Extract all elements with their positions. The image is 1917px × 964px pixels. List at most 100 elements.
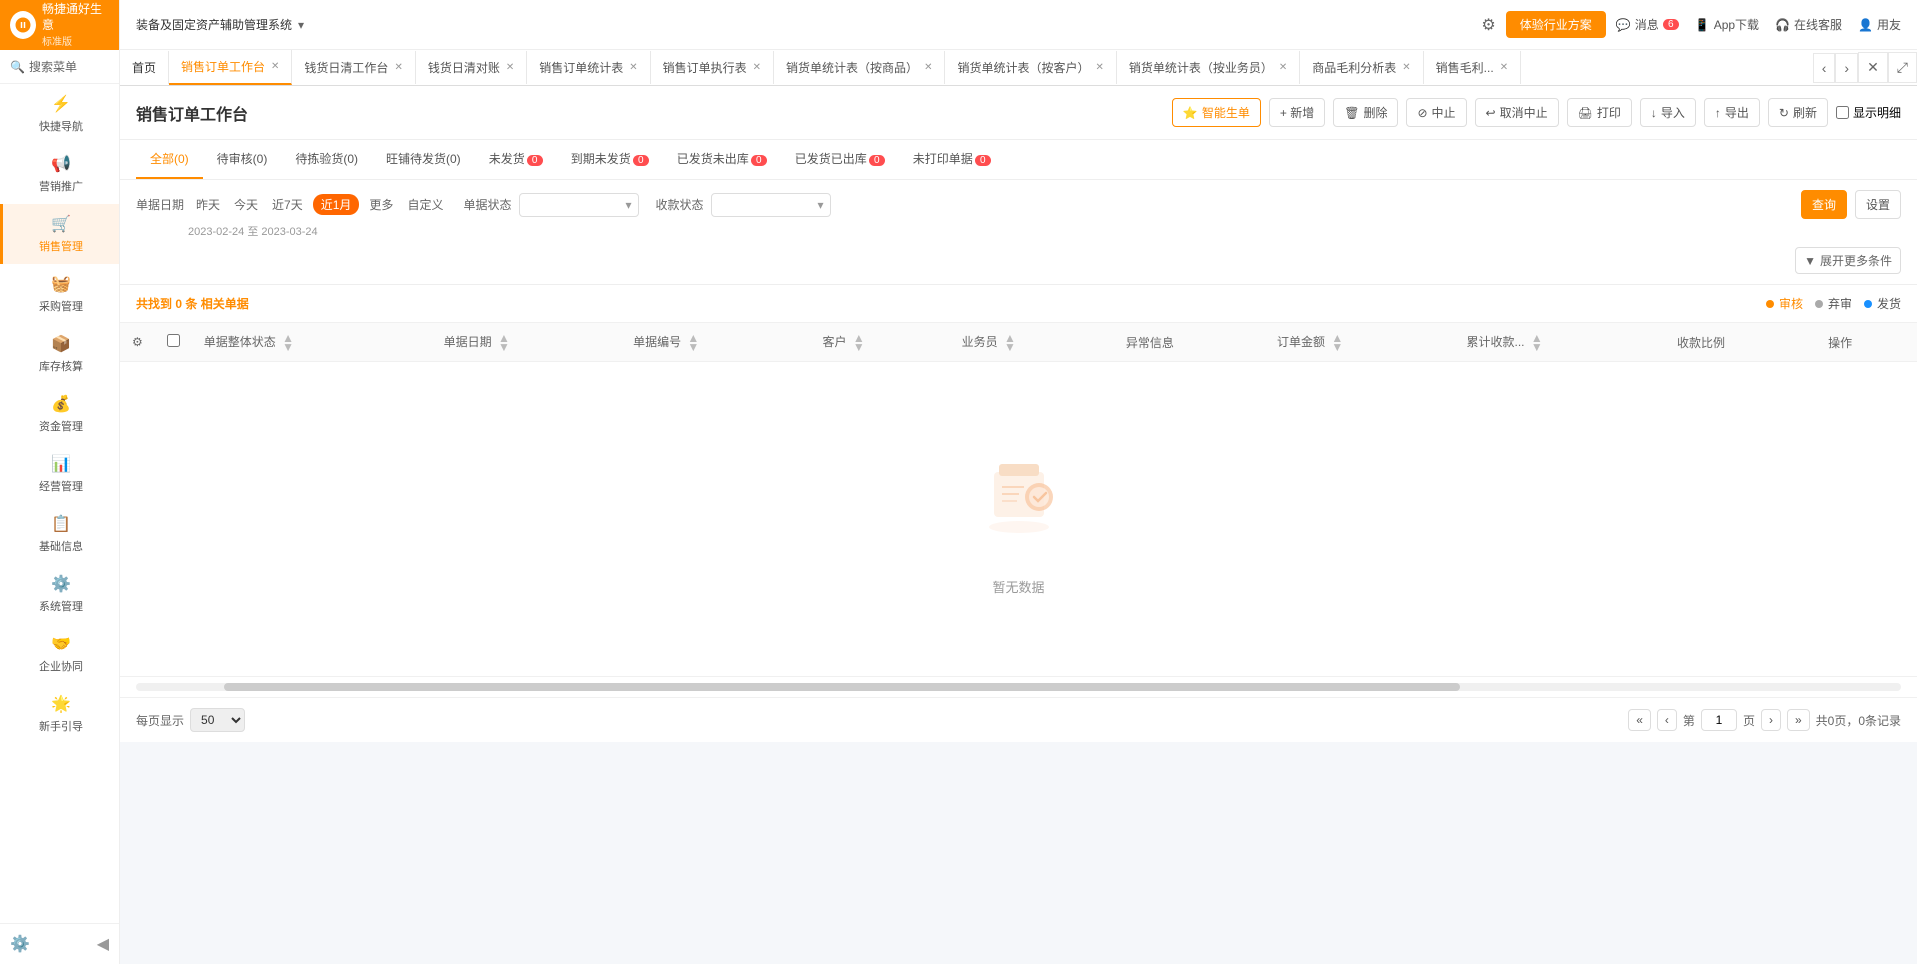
column-settings-icon[interactable]: ⚙ (132, 335, 143, 349)
cancel-stop-icon: ↩ (1486, 106, 1496, 120)
prev-page-btn[interactable]: ‹ (1657, 709, 1677, 731)
sidebar-item-sales[interactable]: 🛒 销售管理 (0, 204, 119, 264)
online-service-action[interactable]: 🎧 在线客服 (1775, 16, 1842, 33)
cancel-stop-btn[interactable]: ↩ 取消中止 (1475, 98, 1559, 127)
print-btn[interactable]: 🖨 打印 (1567, 98, 1632, 127)
tab-order-stats[interactable]: 销售订单统计表 ✕ (527, 51, 650, 84)
date-today[interactable]: 今天 (230, 194, 262, 215)
sidebar-item-purchase[interactable]: 🧺 采购管理 (0, 264, 119, 324)
tab-close-gross-margin[interactable]: ✕ (1402, 62, 1410, 73)
tab-close-sales-person-stats[interactable]: ✕ (1279, 62, 1287, 73)
tab-close-order-stats[interactable]: ✕ (629, 62, 637, 73)
last-page-btn[interactable]: » (1787, 709, 1810, 731)
sub-tab-wangpu-ship[interactable]: 旺铺待发货(0) (372, 140, 475, 179)
settings-bottom-icon[interactable]: ⚙️ (10, 934, 30, 954)
date-7days[interactable]: 近7天 (268, 194, 307, 215)
date-yesterday[interactable]: 昨天 (192, 194, 224, 215)
tab-sales-person-stats[interactable]: 销货单统计表（按业务员） ✕ (1117, 51, 1300, 84)
sub-tab-shipped-not-out[interactable]: 已发货未出库0 (663, 140, 781, 179)
tab-close-sales-gross[interactable]: ✕ (1500, 62, 1508, 73)
stop-btn[interactable]: ⊘ 中止 (1406, 98, 1466, 127)
tab-close-customer-stats[interactable]: ✕ (1095, 62, 1103, 73)
tab-gross-margin[interactable]: 商品毛利分析表 ✕ (1300, 51, 1423, 84)
sidebar-item-business[interactable]: 📊 经营管理 (0, 444, 119, 504)
status-select[interactable] (519, 193, 639, 217)
sidebar-search[interactable]: 🔍 搜索菜单 (0, 50, 119, 84)
sort-amount-icon[interactable]: ▲▼ (1331, 334, 1343, 351)
page-number-input[interactable] (1701, 709, 1737, 731)
tab-close-product-stats[interactable]: ✕ (924, 62, 932, 73)
collapse-icon[interactable]: ◀ (97, 934, 109, 954)
sidebar-item-inventory[interactable]: 📦 库存核算 (0, 324, 119, 384)
date-more[interactable]: 更多 (365, 194, 397, 215)
sidebar-item-finance[interactable]: 💰 资金管理 (0, 384, 119, 444)
sub-tab-unshipped[interactable]: 未发货0 (475, 140, 557, 179)
sub-tab-not-printed[interactable]: 未打印单据0 (899, 140, 1005, 179)
smart-create-btn[interactable]: ⭐ 智能生单 (1172, 98, 1261, 127)
payment-select[interactable] (711, 193, 831, 217)
tab-close-cash-daily[interactable]: ✕ (394, 62, 402, 73)
new-btn[interactable]: + 新增 (1269, 98, 1325, 127)
export-btn[interactable]: ↑ 导出 (1704, 98, 1760, 127)
settings-icon[interactable]: ⚙ (1481, 15, 1495, 35)
tab-cash-daily[interactable]: 钱货日清工作台 ✕ (292, 51, 415, 84)
tab-reconcile[interactable]: 钱货日清对账 ✕ (416, 51, 527, 84)
tab-home[interactable]: 首页 (120, 51, 169, 84)
scroll-bar-thumb[interactable] (224, 683, 1460, 691)
tab-close-reconcile[interactable]: ✕ (506, 62, 514, 73)
tab-expand-btn[interactable]: ⤢ (1888, 52, 1917, 83)
query-btn[interactable]: 查询 (1801, 190, 1847, 219)
user-action[interactable]: 👤 用友 (1858, 16, 1901, 33)
sort-number-icon[interactable]: ▲▼ (687, 334, 699, 351)
tab-next-btn[interactable]: › (1835, 53, 1858, 83)
sidebar-item-corp[interactable]: 🤝 企业协同 (0, 624, 119, 684)
ship-action-btn[interactable]: 发货 (1864, 295, 1901, 312)
refresh-btn[interactable]: ↻ 刷新 (1768, 98, 1828, 127)
sort-customer-icon[interactable]: ▲▼ (853, 334, 865, 351)
sidebar-item-guide[interactable]: 🌟 新手引导 (0, 684, 119, 744)
app-download-action[interactable]: 📱 App下载 (1695, 16, 1759, 33)
sort-status-icon[interactable]: ▲▼ (282, 334, 294, 351)
sort-salesperson-icon[interactable]: ▲▼ (1004, 334, 1016, 351)
sub-tab-shipped-out[interactable]: 已发货已出库0 (781, 140, 899, 179)
show-detail-checkbox[interactable] (1836, 106, 1849, 119)
first-page-btn[interactable]: « (1628, 709, 1651, 731)
system-dropdown-icon[interactable]: ▾ (298, 18, 304, 32)
sub-tab-overdue-unshipped[interactable]: 到期未发货0 (557, 140, 663, 179)
delete-btn[interactable]: 🗑 删除 (1333, 98, 1398, 127)
tab-product-stats[interactable]: 销货单统计表（按商品） ✕ (774, 51, 945, 84)
import-btn[interactable]: ↓ 导入 (1640, 98, 1696, 127)
expand-conditions-btn[interactable]: ▼ 展开更多条件 (1795, 247, 1901, 274)
cancel-audit-action-btn[interactable]: 弃审 (1815, 295, 1852, 312)
sub-tab-pending-audit[interactable]: 待审核(0) (203, 140, 282, 179)
tab-order-exec[interactable]: 销售订单执行表 ✕ (651, 51, 774, 84)
show-detail-label[interactable]: 显示明细 (1836, 104, 1901, 121)
date-custom[interactable]: 自定义 (403, 194, 447, 215)
sub-tab-all[interactable]: 全部(0) (136, 140, 203, 179)
tab-prev-btn[interactable]: ‹ (1813, 53, 1836, 83)
tab-close-order-exec[interactable]: ✕ (753, 62, 761, 73)
tab-sales-gross[interactable]: 销售毛利... ✕ (1424, 51, 1521, 84)
industry-solution-btn[interactable]: 体验行业方案 (1506, 11, 1606, 38)
sidebar-item-quick-nav[interactable]: ⚡ 快捷导航 (0, 84, 119, 144)
set-btn[interactable]: 设置 (1855, 190, 1901, 219)
smart-icon: ⭐ (1183, 106, 1198, 120)
tab-sales-order[interactable]: 销售订单工作台 ✕ (169, 50, 292, 85)
tab-close-sales-order[interactable]: ✕ (271, 61, 279, 72)
next-page-btn[interactable]: › (1761, 709, 1781, 731)
sort-date-icon[interactable]: ▲▼ (498, 334, 510, 351)
sidebar-item-marketing[interactable]: 📢 营销推广 (0, 144, 119, 204)
tab-customer-stats[interactable]: 销货单统计表（按客户） ✕ (945, 51, 1116, 84)
sidebar-item-system[interactable]: ⚙️ 系统管理 (0, 564, 119, 624)
page-size-select[interactable]: 50 20 100 200 (190, 708, 245, 732)
sort-cumulative-icon[interactable]: ▲▼ (1531, 334, 1543, 351)
date-1month[interactable]: 近1月 (313, 194, 360, 215)
corp-icon: 🤝 (51, 634, 71, 654)
select-all-checkbox[interactable] (167, 334, 180, 347)
sub-tab-pending-inspection[interactable]: 待拣验货(0) (281, 140, 372, 179)
tab-close-all-btn[interactable]: ✕ (1858, 52, 1888, 83)
message-action[interactable]: 💬 消息 6 (1616, 16, 1679, 33)
logo-sub: 标准版 (42, 33, 109, 48)
sidebar-item-basic[interactable]: 📋 基础信息 (0, 504, 119, 564)
audit-action-btn[interactable]: 审核 (1766, 295, 1803, 312)
